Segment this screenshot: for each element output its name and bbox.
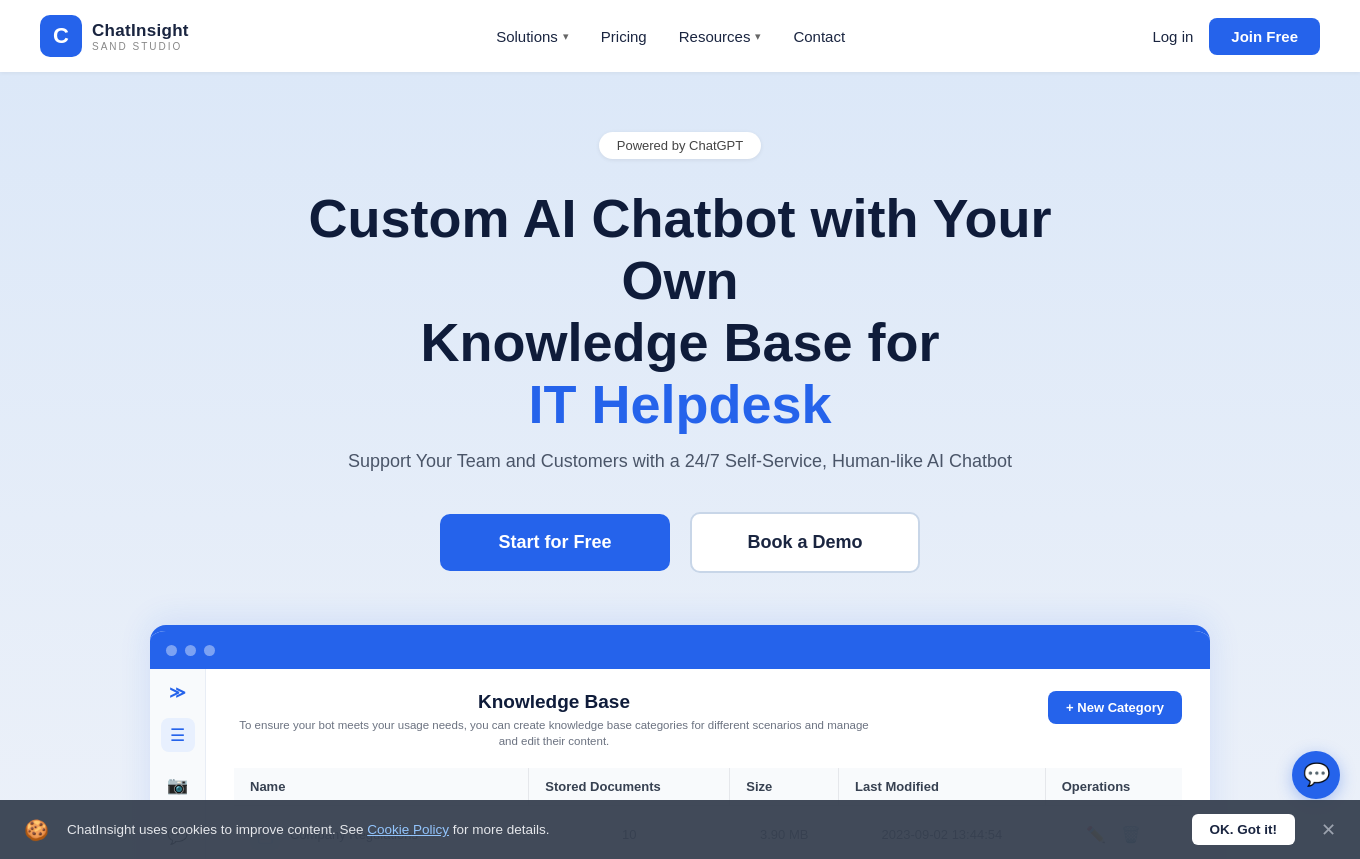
cookie-policy-link[interactable]: Cookie Policy [367, 822, 449, 837]
chevron-down-icon: ▾ [755, 30, 761, 43]
close-icon[interactable]: ✕ [1321, 819, 1336, 841]
logo-name: ChatInsight [92, 21, 189, 41]
hero-section: Powered by ChatGPT Custom AI Chatbot wit… [0, 72, 1360, 859]
got-it-button[interactable]: OK. Got it! [1192, 814, 1296, 845]
powered-badge: Powered by ChatGPT [599, 132, 761, 159]
kb-subtitle: To ensure your bot meets your usage need… [234, 717, 874, 749]
join-free-button[interactable]: Join Free [1209, 18, 1320, 55]
nav-pricing[interactable]: Pricing [601, 28, 647, 45]
start-free-button[interactable]: Start for Free [440, 514, 670, 571]
logo-text: ChatInsight Sand Studio [92, 21, 189, 52]
nav-actions: Log in Join Free [1152, 18, 1320, 55]
demo-dot-2 [185, 645, 196, 656]
chat-icon: 💬 [1303, 762, 1330, 788]
login-button[interactable]: Log in [1152, 28, 1193, 45]
kb-header: Knowledge Base To ensure your bot meets … [234, 691, 1182, 749]
hero-buttons: Start for Free Book a Demo [40, 512, 1320, 573]
nav-contact[interactable]: Contact [793, 28, 845, 45]
demo-dot-3 [204, 645, 215, 656]
chevron-down-icon: ▾ [563, 30, 569, 43]
nav-links: Solutions ▾ Pricing Resources ▾ Contact [496, 28, 845, 45]
kb-title-group: Knowledge Base To ensure your bot meets … [234, 691, 874, 749]
demo-bar [150, 631, 1210, 669]
kb-title: Knowledge Base [234, 691, 874, 713]
new-category-button[interactable]: + New Category [1048, 691, 1182, 724]
hero-highlight: IT Helpdesk [250, 373, 1110, 435]
sidebar-toggle[interactable]: ≫ [169, 683, 186, 702]
demo-dot-1 [166, 645, 177, 656]
nav-resources[interactable]: Resources ▾ [679, 28, 762, 45]
cookie-emoji: 🍪 [24, 818, 49, 842]
hero-subtitle: Support Your Team and Customers with a 2… [40, 451, 1320, 472]
book-demo-button[interactable]: Book a Demo [690, 512, 920, 573]
navbar: C ChatInsight Sand Studio Solutions ▾ Pr… [0, 0, 1360, 72]
sidebar-icon-camera[interactable]: 📷 [161, 768, 195, 802]
sidebar-icon-docs[interactable]: ☰ [161, 718, 195, 752]
chat-bubble[interactable]: 💬 [1292, 751, 1340, 799]
nav-solutions[interactable]: Solutions ▾ [496, 28, 569, 45]
logo-icon: C [40, 15, 82, 57]
cookie-text: ChatInsight uses cookies to improve cont… [67, 822, 1174, 837]
logo-sub: Sand Studio [92, 41, 189, 52]
hero-title: Custom AI Chatbot with Your Own Knowledg… [250, 187, 1110, 435]
cookie-banner: 🍪 ChatInsight uses cookies to improve co… [0, 800, 1360, 859]
logo[interactable]: C ChatInsight Sand Studio [40, 15, 189, 57]
